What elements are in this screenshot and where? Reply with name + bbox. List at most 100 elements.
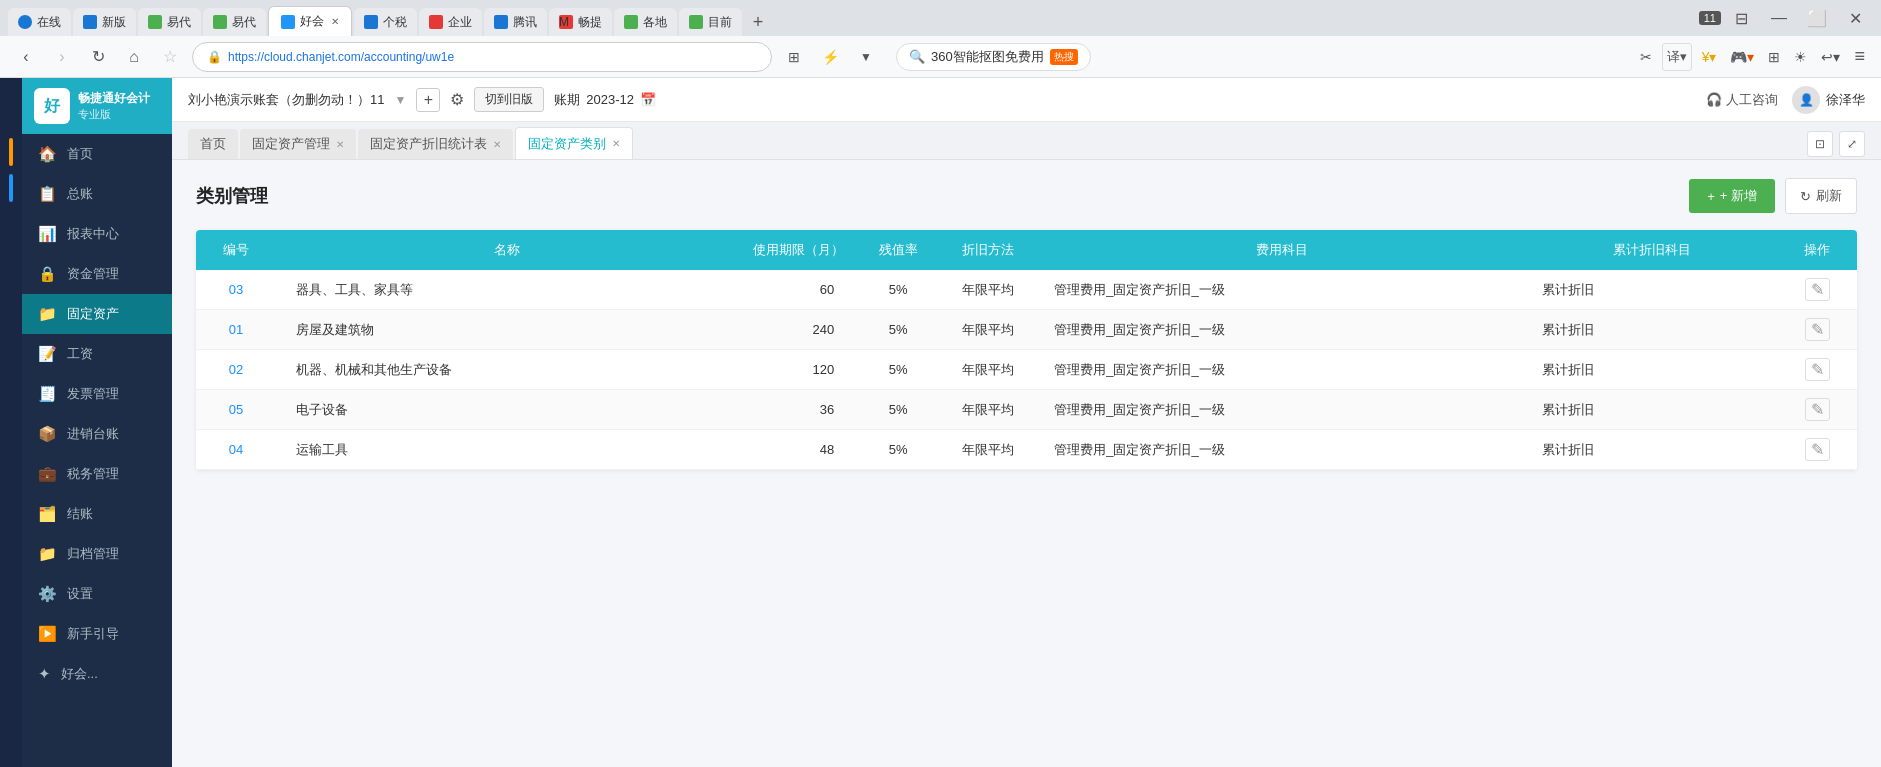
brightness-button[interactable]: ☀ (1790, 45, 1811, 69)
back-button[interactable]: ‹ (12, 43, 40, 71)
cell-name: 房屋及建筑物 (276, 310, 738, 350)
sidebar-item-purchase-sales[interactable]: 📦 进销台账 (22, 414, 172, 454)
sidebar-item-home[interactable]: 🏠 首页 (22, 134, 172, 174)
lightning-button[interactable]: ⚡ (816, 43, 844, 71)
cell-residual: 5% (858, 270, 938, 310)
sidebar-item-funds[interactable]: 🔒 资金管理 (22, 254, 172, 294)
cell-accumulated: 累计折旧 (1526, 430, 1777, 470)
browser-tab[interactable]: 个税 (354, 8, 417, 36)
cell-code: 01 (196, 310, 276, 350)
edit-button[interactable]: ✎ (1805, 438, 1830, 461)
breadcrumb-tabs: 首页 固定资产管理 ✕ 固定资产折旧统计表 ✕ 固定资产类别 ✕ ⊡ ⤢ (172, 122, 1881, 160)
cell-action: ✎ (1777, 430, 1857, 470)
breadcrumb-tab-asset-management[interactable]: 固定资产管理 ✕ (240, 129, 356, 159)
tab-close-icon[interactable]: ✕ (493, 139, 501, 150)
sidebar-item-settings[interactable]: ⚙️ 设置 (22, 574, 172, 614)
sidebar-item-tax[interactable]: 💼 税务管理 (22, 454, 172, 494)
browser-tab[interactable]: 在线 (8, 8, 71, 36)
edit-button[interactable]: ✎ (1805, 318, 1830, 341)
tab-close-icon[interactable]: ✕ (336, 139, 344, 150)
breadcrumb-tab-home[interactable]: 首页 (188, 129, 238, 159)
dropdown-arrow-icon[interactable]: ▼ (394, 93, 406, 107)
accent-indicator (9, 138, 13, 166)
maximize-button[interactable]: ⬜ (1799, 0, 1835, 36)
calendar-icon[interactable]: 📅 (640, 92, 656, 107)
sidebar-item-ledger[interactable]: 📋 总账 (22, 174, 172, 214)
sidebar-item-checkout[interactable]: 🗂️ 结账 (22, 494, 172, 534)
cell-method: 年限平均 (938, 430, 1038, 470)
tab-expand-button[interactable]: ⊡ (1807, 131, 1833, 157)
address-input[interactable]: 🔒 https://cloud.chanjet.com/accounting/u… (192, 42, 772, 72)
breadcrumb-tab-depreciation-report[interactable]: 固定资产折旧统计表 ✕ (358, 129, 513, 159)
browser-tab[interactable]: M 畅提 (549, 8, 612, 36)
cell-action: ✎ (1777, 270, 1857, 310)
browser-tab-active[interactable]: 好会 ✕ (268, 6, 352, 36)
edit-button[interactable]: ✎ (1805, 358, 1830, 381)
forward-button[interactable]: › (48, 43, 76, 71)
browser-tab[interactable]: 易代 (203, 8, 266, 36)
col-code: 编号 (196, 230, 276, 270)
browser-tab[interactable]: 企业 (419, 8, 482, 36)
cell-months: 240 (738, 310, 858, 350)
settings-gear-button[interactable]: ⚙ (450, 90, 464, 109)
sidebar-label: 新手引导 (67, 625, 119, 643)
grid-button[interactable]: ⊞ (1764, 45, 1784, 69)
home-button[interactable]: ⌂ (120, 43, 148, 71)
translate-button[interactable]: 译▾ (1662, 43, 1692, 71)
cell-code: 02 (196, 350, 276, 390)
cell-months: 36 (738, 390, 858, 430)
restore-window-button[interactable]: ⊟ (1723, 0, 1759, 36)
table-row: 04运输工具485%年限平均管理费用_固定资产折旧_一级累计折旧✎ (196, 430, 1857, 470)
home-icon: 🏠 (38, 145, 57, 163)
new-tab-button[interactable]: + (744, 8, 772, 36)
sidebar-item-archive[interactable]: 📁 归档管理 (22, 534, 172, 574)
bookmark-button[interactable]: ☆ (156, 43, 184, 71)
tab-fullscreen-button[interactable]: ⤢ (1839, 131, 1865, 157)
edit-button[interactable]: ✎ (1805, 398, 1830, 421)
cell-code: 05 (196, 390, 276, 430)
undo-button[interactable]: ↩▾ (1817, 45, 1844, 69)
cell-method: 年限平均 (938, 310, 1038, 350)
browser-toolbar-actions: ✂ 译▾ ¥▾ 🎮▾ ⊞ ☀ ↩▾ ≡ (1636, 42, 1869, 71)
sidebar-item-guide[interactable]: ▶️ 新手引导 (22, 614, 172, 654)
sidebar-logo: 好 畅捷通好会计 专业版 (22, 78, 172, 134)
site-info-button[interactable]: ⊞ (780, 43, 808, 71)
cut-button[interactable]: ✂ (1636, 45, 1656, 69)
accent-indicator (9, 174, 13, 202)
minimize-button[interactable]: — (1761, 0, 1797, 36)
customer-service-button[interactable]: 🎧 人工咨询 (1706, 91, 1778, 109)
browser-tab[interactable]: 目前 (679, 8, 742, 36)
currency-button[interactable]: ¥▾ (1698, 45, 1721, 69)
menu-button[interactable]: ≡ (1850, 42, 1869, 71)
refresh-button[interactable]: ↻ 刷新 (1785, 178, 1857, 214)
user-info[interactable]: 👤 徐泽华 (1792, 86, 1865, 114)
sidebar-item-fixed-assets[interactable]: 📁 固定资产 (22, 294, 172, 334)
sidebar-item-more[interactable]: ✦ 好会... (22, 654, 172, 694)
add-book-button[interactable]: + (416, 88, 440, 112)
game-button[interactable]: 🎮▾ (1726, 45, 1758, 69)
browser-tab[interactable]: 腾讯 (484, 8, 547, 36)
sidebar-item-invoice[interactable]: 🧾 发票管理 (22, 374, 172, 414)
tab-close-icon[interactable]: ✕ (331, 16, 339, 27)
search-box[interactable]: 🔍 360智能抠图免费用 热搜 (896, 43, 1091, 71)
close-window-button[interactable]: ✕ (1837, 0, 1873, 36)
page-title: 类别管理 (196, 184, 268, 208)
main-content: 刘小艳演示账套（勿删勿动！）11 ▼ + ⚙ 切到旧版 账期 2023-12 📅… (172, 78, 1881, 767)
sidebar-item-payroll[interactable]: 📝 工资 (22, 334, 172, 374)
page-header: 类别管理 + + 新增 ↻ 刷新 (196, 178, 1857, 214)
browser-tab[interactable]: 各地 (614, 8, 677, 36)
browser-tab[interactable]: 新版 (73, 8, 136, 36)
sidebar-item-reports[interactable]: 📊 报表中心 (22, 214, 172, 254)
funds-icon: 🔒 (38, 265, 57, 283)
switch-version-button[interactable]: 切到旧版 (474, 87, 544, 112)
sidebar-label: 结账 (67, 505, 93, 523)
cell-code: 04 (196, 430, 276, 470)
breadcrumb-tab-category[interactable]: 固定资产类别 ✕ (515, 127, 633, 159)
tab-close-icon[interactable]: ✕ (612, 138, 620, 149)
reports-icon: 📊 (38, 225, 57, 243)
edit-button[interactable]: ✎ (1805, 278, 1830, 301)
dropdown-button[interactable]: ▼ (852, 43, 880, 71)
add-button[interactable]: + + 新增 (1689, 179, 1775, 213)
reload-button[interactable]: ↻ (84, 43, 112, 71)
browser-tab[interactable]: 易代 (138, 8, 201, 36)
